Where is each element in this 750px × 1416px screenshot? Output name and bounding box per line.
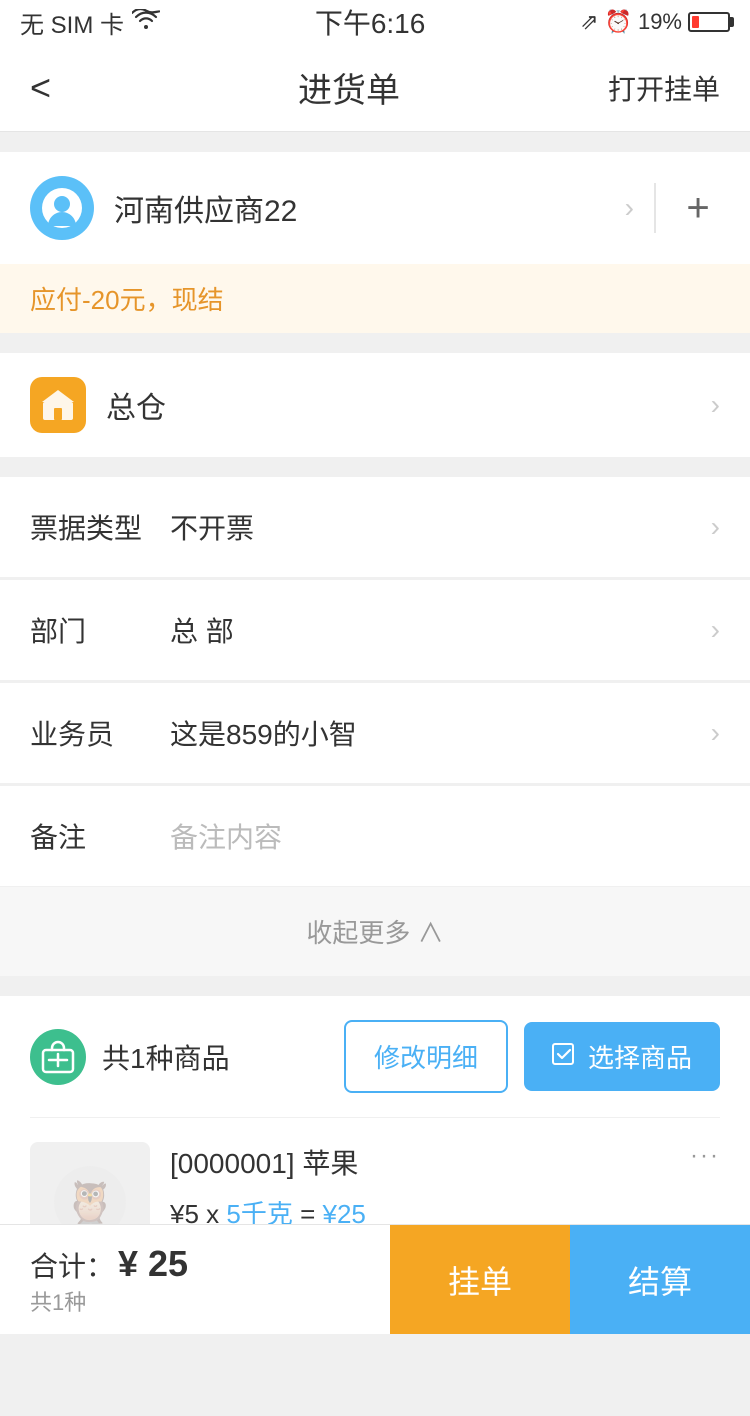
supplier-alert: 应付-20元，现结 bbox=[0, 264, 750, 333]
product-count: 共1种商品 bbox=[102, 1037, 344, 1077]
wifi-icon bbox=[132, 8, 160, 36]
salesperson-card: 业务员 这是859的小智 › bbox=[0, 683, 750, 784]
page-title: 进货单 bbox=[298, 63, 400, 112]
product-header: 共1种商品 修改明细 选择商品 bbox=[0, 996, 750, 1117]
supplier-avatar bbox=[30, 176, 94, 240]
svg-text:🦉: 🦉 bbox=[64, 1178, 116, 1226]
total-amount: ¥ 25 bbox=[118, 1243, 188, 1285]
supplier-card: 河南供应商22 › + 应付-20元，现结 bbox=[0, 152, 750, 333]
bottom-bar: 合计： ¥ 25 共1种 挂单 结算 bbox=[0, 1224, 750, 1334]
status-time: 下午6:16 bbox=[315, 2, 426, 42]
product-info: [0000001] 苹果 ¥5 x 5千克 = ¥25 bbox=[170, 1142, 660, 1231]
supplier-avatar-icon bbox=[42, 188, 82, 228]
department-row[interactable]: 部门 总 部 › bbox=[0, 580, 750, 681]
battery-percent: 19% bbox=[638, 9, 682, 35]
invoice-card: 票据类型 不开票 › bbox=[0, 477, 750, 578]
add-button[interactable]: + bbox=[676, 186, 720, 231]
product-icon bbox=[30, 1029, 86, 1085]
salesperson-label: 业务员 bbox=[30, 713, 150, 753]
collapse-button[interactable]: 收起更多 ∧ bbox=[0, 887, 750, 976]
total-label: 合计： bbox=[30, 1245, 114, 1285]
hang-button[interactable]: 挂单 bbox=[390, 1225, 570, 1334]
warehouse-card[interactable]: 总仓 › bbox=[0, 353, 750, 457]
warehouse-name: 总仓 bbox=[106, 383, 711, 427]
product-more-button[interactable]: ··· bbox=[660, 1142, 720, 1170]
carrier-text: 无 SIM 卡 bbox=[20, 5, 124, 40]
gps-icon: ⇗ bbox=[580, 9, 598, 35]
remark-input[interactable]: 备注内容 bbox=[150, 816, 720, 856]
warehouse-chevron-icon: › bbox=[711, 389, 720, 421]
department-value: 总 部 bbox=[150, 610, 711, 650]
nav-bar: < 进货单 打开挂单 bbox=[0, 44, 750, 132]
product-name: [0000001] 苹果 bbox=[170, 1142, 660, 1182]
invoice-label: 票据类型 bbox=[30, 507, 150, 547]
invoice-chevron-icon: › bbox=[711, 511, 720, 543]
select-icon bbox=[552, 1041, 580, 1072]
section-gap-7 bbox=[0, 976, 750, 996]
collapse-label: 收起更多 ∧ bbox=[306, 913, 443, 950]
invoice-row[interactable]: 票据类型 不开票 › bbox=[0, 477, 750, 578]
back-button[interactable]: < bbox=[30, 67, 90, 109]
checkout-button[interactable]: 结算 bbox=[570, 1225, 750, 1334]
open-pending-button[interactable]: 打开挂单 bbox=[608, 68, 720, 108]
department-label: 部门 bbox=[30, 610, 150, 650]
product-id: [0000001] bbox=[170, 1148, 302, 1179]
invoice-value: 不开票 bbox=[150, 507, 711, 547]
select-product-button[interactable]: 选择商品 bbox=[524, 1022, 720, 1091]
status-left: 无 SIM 卡 bbox=[20, 5, 160, 40]
supplier-chevron-icon: › bbox=[625, 192, 634, 224]
total-section: 合计： ¥ 25 共1种 bbox=[0, 1225, 390, 1334]
salesperson-value: 这是859的小智 bbox=[150, 713, 711, 753]
total-count: 共1种 bbox=[30, 1285, 360, 1317]
supplier-name: 河南供应商22 bbox=[114, 186, 625, 230]
salesperson-row[interactable]: 业务员 这是859的小智 › bbox=[0, 683, 750, 784]
section-gap-2 bbox=[0, 333, 750, 353]
department-card: 部门 总 部 › bbox=[0, 580, 750, 681]
supplier-row[interactable]: 河南供应商22 › + bbox=[0, 152, 750, 264]
divider bbox=[654, 183, 656, 233]
modify-detail-button[interactable]: 修改明细 bbox=[344, 1020, 508, 1093]
select-product-label: 选择商品 bbox=[588, 1038, 692, 1075]
battery-icon bbox=[688, 12, 730, 32]
remark-label: 备注 bbox=[30, 816, 150, 856]
department-chevron-icon: › bbox=[711, 614, 720, 646]
remark-row[interactable]: 备注 备注内容 bbox=[0, 786, 750, 887]
warehouse-icon bbox=[30, 377, 86, 433]
product-title: 苹果 bbox=[302, 1148, 358, 1179]
section-gap-3 bbox=[0, 457, 750, 477]
remark-card: 备注 备注内容 bbox=[0, 786, 750, 887]
status-bar: 无 SIM 卡 下午6:16 ⇗ ⏰ 19% bbox=[0, 0, 750, 44]
status-right: ⇗ ⏰ 19% bbox=[580, 9, 730, 35]
alarm-icon: ⏰ bbox=[605, 9, 632, 35]
section-gap-1 bbox=[0, 132, 750, 152]
warehouse-row[interactable]: 总仓 › bbox=[0, 353, 750, 457]
salesperson-chevron-icon: › bbox=[711, 717, 720, 749]
